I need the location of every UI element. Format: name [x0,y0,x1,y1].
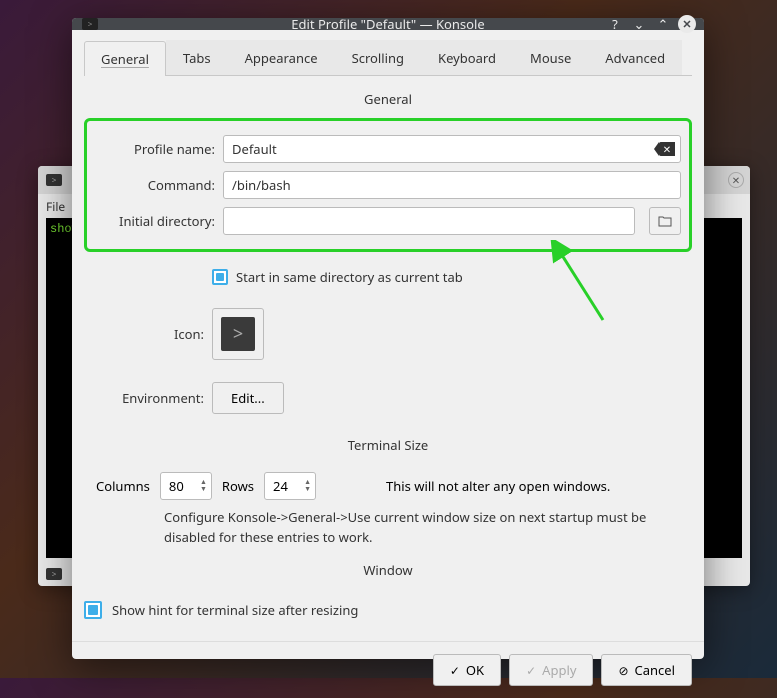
profile-icon-preview: > [221,317,255,351]
close-button[interactable]: ✕ [678,15,696,33]
tab-keyboard[interactable]: Keyboard [421,40,513,75]
tab-scrolling[interactable]: Scrolling [335,40,421,75]
rows-value: 24 [273,477,304,495]
tab-tabs[interactable]: Tabs [166,40,228,75]
same-directory-checkbox[interactable] [212,269,228,285]
dialog-button-bar: ✓ OK ✓ Apply ⊘ Cancel [72,641,704,698]
help-button[interactable]: ? [606,15,624,33]
command-label: Command: [95,176,215,194]
ok-button-label: OK [466,661,484,679]
icon-chooser-button[interactable]: > [212,308,264,360]
apply-button[interactable]: ✓ Apply [509,654,593,686]
minimize-button[interactable]: ⌄ [630,15,648,33]
ok-button[interactable]: ✓ OK [433,654,501,686]
columns-value: 80 [169,477,200,495]
columns-spinner[interactable]: 80 ▲▼ [160,472,212,500]
rows-label: Rows [222,477,254,495]
columns-label: Columns [96,477,150,495]
edit-profile-dialog: > Edit Profile "Default" — Konsole ? ⌄ ⌃… [72,18,704,659]
section-heading-terminal-size: Terminal Size [84,436,692,454]
dialog-titlebar[interactable]: > Edit Profile "Default" — Konsole ? ⌄ ⌃… [72,18,704,30]
tab-appearance[interactable]: Appearance [228,40,335,75]
profile-name-input[interactable] [223,135,681,163]
check-icon: ✓ [526,662,536,679]
initial-dir-label: Initial directory: [95,212,215,230]
environment-label: Environment: [84,389,204,407]
terminal-icon: > [46,174,62,186]
clear-profile-name-icon[interactable]: ✕ [659,142,675,156]
tab-general[interactable]: General [84,41,166,76]
section-heading-general: General [84,90,692,108]
command-input[interactable] [223,171,681,199]
tab-advanced[interactable]: Advanced [588,40,682,75]
no-alter-note: This will not alter any open windows. [386,477,610,495]
bg-terminal-close-button[interactable]: ✕ [728,172,744,188]
cancel-icon: ⊘ [618,662,628,679]
cancel-button[interactable]: ⊘ Cancel [601,654,692,686]
environment-edit-button[interactable]: Edit... [212,382,284,414]
rows-spinner[interactable]: 24 ▲▼ [264,472,316,500]
cancel-button-label: Cancel [635,661,675,679]
icon-label: Icon: [84,325,204,343]
section-heading-window: Window [84,561,692,579]
tab-mouse[interactable]: Mouse [513,40,588,75]
columns-stepper-arrows[interactable]: ▲▼ [200,479,207,493]
config-note: Configure Konsole->General->Use current … [164,508,672,547]
maximize-button[interactable]: ⌃ [654,15,672,33]
profile-name-label: Profile name: [95,140,215,158]
apply-button-label: Apply [542,661,576,679]
initial-dir-input[interactable] [223,207,635,235]
same-directory-label: Start in same directory as current tab [236,268,463,286]
bg-terminal-file-menu[interactable]: File [46,198,65,215]
check-icon: ✓ [450,662,460,679]
show-hint-checkbox[interactable] [84,601,102,619]
folder-icon [658,215,672,227]
rows-stepper-arrows[interactable]: ▲▼ [304,479,311,493]
bg-terminal-tab-icon[interactable]: > [46,568,62,580]
browse-folder-button[interactable] [649,207,681,235]
show-hint-label: Show hint for terminal size after resizi… [112,601,358,619]
highlight-annotation: Profile name: ✕ Command: Initial directo… [84,118,692,252]
tab-bar: General Tabs Appearance Scrolling Keyboa… [84,40,692,76]
